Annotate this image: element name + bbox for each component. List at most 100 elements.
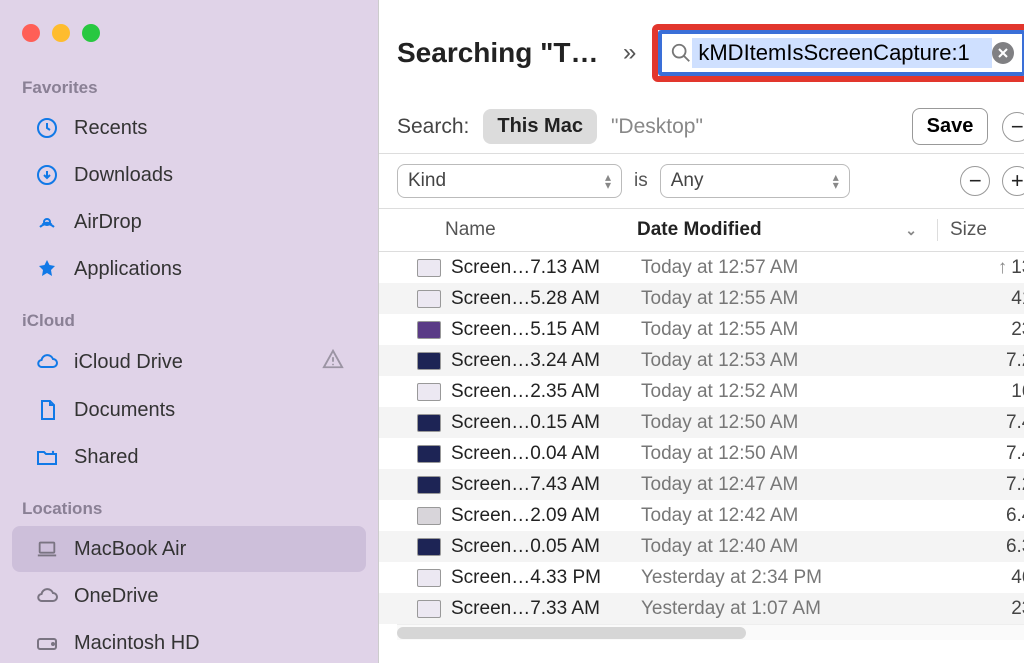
file-row[interactable]: Screen…2.09 AMToday at 12:42 AM6.4 (379, 500, 1024, 531)
filter-value-dropdown[interactable]: Any ▴▾ (660, 164, 850, 198)
file-name: Screen…5.28 AM (451, 288, 641, 310)
clear-search-button[interactable] (992, 42, 1014, 64)
sidebar-item-label: Recents (74, 117, 344, 140)
file-date: Today at 12:55 AM (641, 288, 941, 310)
search-highlight-box (652, 24, 1024, 82)
file-date: Today at 12:50 AM (641, 412, 941, 434)
file-name: Screen…2.35 AM (451, 381, 641, 403)
sidebar-item-label: Macintosh HD (74, 632, 344, 655)
file-thumbnail-icon (417, 445, 441, 463)
sidebar-section-title: Favorites (0, 60, 378, 104)
search-input[interactable] (692, 38, 992, 68)
file-row[interactable]: Screen…5.15 AMToday at 12:55 AM23 (379, 314, 1024, 345)
file-name: Screen…7.33 AM (451, 598, 641, 620)
laptop-icon (34, 536, 60, 562)
sidebar-item-macbook-air[interactable]: MacBook Air (12, 526, 366, 572)
file-size: 7.4 (941, 412, 1024, 434)
close-window-button[interactable] (22, 24, 40, 42)
file-name: Screen…0.04 AM (451, 443, 641, 465)
sidebar-item-icloud-drive[interactable]: iCloud Drive (12, 338, 366, 386)
column-header-name[interactable]: Name (397, 219, 637, 241)
file-size: 6.3 (941, 536, 1024, 558)
sidebar-item-recents[interactable]: Recents (12, 105, 366, 151)
scope-desktop[interactable]: "Desktop" (611, 115, 703, 139)
file-name: Screen…2.09 AM (451, 505, 641, 527)
minimize-window-button[interactable] (52, 24, 70, 42)
horizontal-scrollbar[interactable] (397, 624, 1024, 640)
file-size: 7.2 (941, 474, 1024, 496)
file-row[interactable]: Screen…7.13 AMToday at 12:57 AM↑13 (379, 252, 1024, 283)
remove-filter-button[interactable]: − (960, 166, 990, 196)
file-date: Today at 12:55 AM (641, 319, 941, 341)
file-row[interactable]: Screen…2.35 AMToday at 12:52 AM16 (379, 376, 1024, 407)
clock-icon (34, 115, 60, 141)
sidebar-item-shared[interactable]: Shared (12, 434, 366, 480)
file-row[interactable]: Screen…0.04 AMToday at 12:50 AM7.4 (379, 438, 1024, 469)
cloud-outline-icon (34, 583, 60, 609)
file-name: Screen…0.05 AM (451, 536, 641, 558)
column-header-size[interactable]: Size (937, 219, 1024, 241)
file-thumbnail-icon (417, 476, 441, 494)
scrollbar-thumb[interactable] (397, 627, 746, 639)
file-thumbnail-icon (417, 321, 441, 339)
filter-attribute-value: Kind (408, 170, 446, 192)
file-thumbnail-icon (417, 290, 441, 308)
file-date: Today at 12:50 AM (641, 443, 941, 465)
sidebar-section-title: iCloud (0, 293, 378, 337)
sidebar-section-title: Locations (0, 481, 378, 525)
file-row[interactable]: Screen…3.24 AMToday at 12:53 AM7.2 (379, 345, 1024, 376)
file-name: Screen…0.15 AM (451, 412, 641, 434)
upload-arrow-icon: ↑ (998, 257, 1008, 278)
scope-this-mac[interactable]: This Mac (483, 109, 597, 144)
file-size: 41 (941, 288, 1024, 310)
file-size: 23 (941, 319, 1024, 341)
file-row[interactable]: Screen…7.43 AMToday at 12:47 AM7.2 (379, 469, 1024, 500)
file-row[interactable]: Screen…0.05 AMToday at 12:40 AM6.3 (379, 531, 1024, 562)
zoom-window-button[interactable] (82, 24, 100, 42)
search-scope-bar: Search: This Mac "Desktop" Save − (379, 100, 1024, 154)
warning-icon (322, 348, 344, 376)
remove-scope-button[interactable]: − (1002, 112, 1024, 142)
file-name: Screen…3.24 AM (451, 350, 641, 372)
sidebar: Favorites Recents DownloadsAirDropApplicat… (0, 0, 378, 663)
file-date: Today at 12:57 AM (641, 257, 941, 279)
file-row[interactable]: Screen…0.15 AMToday at 12:50 AM7.4 (379, 407, 1024, 438)
window-controls (0, 10, 378, 60)
file-size: 46 (941, 567, 1024, 589)
filter-row: Kind ▴▾ is Any ▴▾ − + (379, 154, 1024, 209)
column-headers: Name Date Modified ⌄ Size (379, 209, 1024, 252)
add-filter-button[interactable]: + (1002, 166, 1024, 196)
window-title: Searching "Thi… (397, 37, 607, 69)
file-size: 7.2 (941, 350, 1024, 372)
column-header-date[interactable]: Date Modified ⌄ (637, 219, 937, 241)
file-date: Today at 12:52 AM (641, 381, 941, 403)
file-date: Today at 12:40 AM (641, 536, 941, 558)
file-row[interactable]: Screen…7.33 AMYesterday at 1:07 AM23 (379, 593, 1024, 624)
sidebar-item-downloads[interactable]: Downloads (12, 152, 366, 198)
filter-value: Any (671, 170, 704, 192)
save-search-button[interactable]: Save (912, 108, 989, 145)
sidebar-item-label: OneDrive (74, 585, 344, 608)
sidebar-item-macintosh-hd[interactable]: Macintosh HD (12, 620, 366, 663)
sidebar-item-documents[interactable]: Documents (12, 387, 366, 433)
filter-operator: is (634, 170, 648, 192)
folder-shared-icon (34, 444, 60, 470)
download-icon (34, 162, 60, 188)
file-row[interactable]: Screen…5.28 AMToday at 12:55 AM41 (379, 283, 1024, 314)
file-thumbnail-icon (417, 414, 441, 432)
sidebar-item-applications[interactable]: Applications (12, 246, 366, 292)
toolbar: Searching "Thi… » (379, 0, 1024, 100)
airdrop-icon (34, 209, 60, 235)
file-thumbnail-icon (417, 538, 441, 556)
sort-descending-icon: ⌄ (905, 222, 917, 239)
sidebar-item-onedrive[interactable]: OneDrive (12, 573, 366, 619)
disk-icon (34, 630, 60, 656)
file-thumbnail-icon (417, 383, 441, 401)
filter-attribute-dropdown[interactable]: Kind ▴▾ (397, 164, 622, 198)
path-chevron-icon[interactable]: » (617, 39, 642, 67)
file-row[interactable]: Screen…4.33 PMYesterday at 2:34 PM46 (379, 562, 1024, 593)
sidebar-item-airdrop[interactable]: AirDrop (12, 199, 366, 245)
scope-label: Search: (397, 115, 469, 139)
file-date: Yesterday at 1:07 AM (641, 598, 941, 620)
file-date: Today at 12:53 AM (641, 350, 941, 372)
